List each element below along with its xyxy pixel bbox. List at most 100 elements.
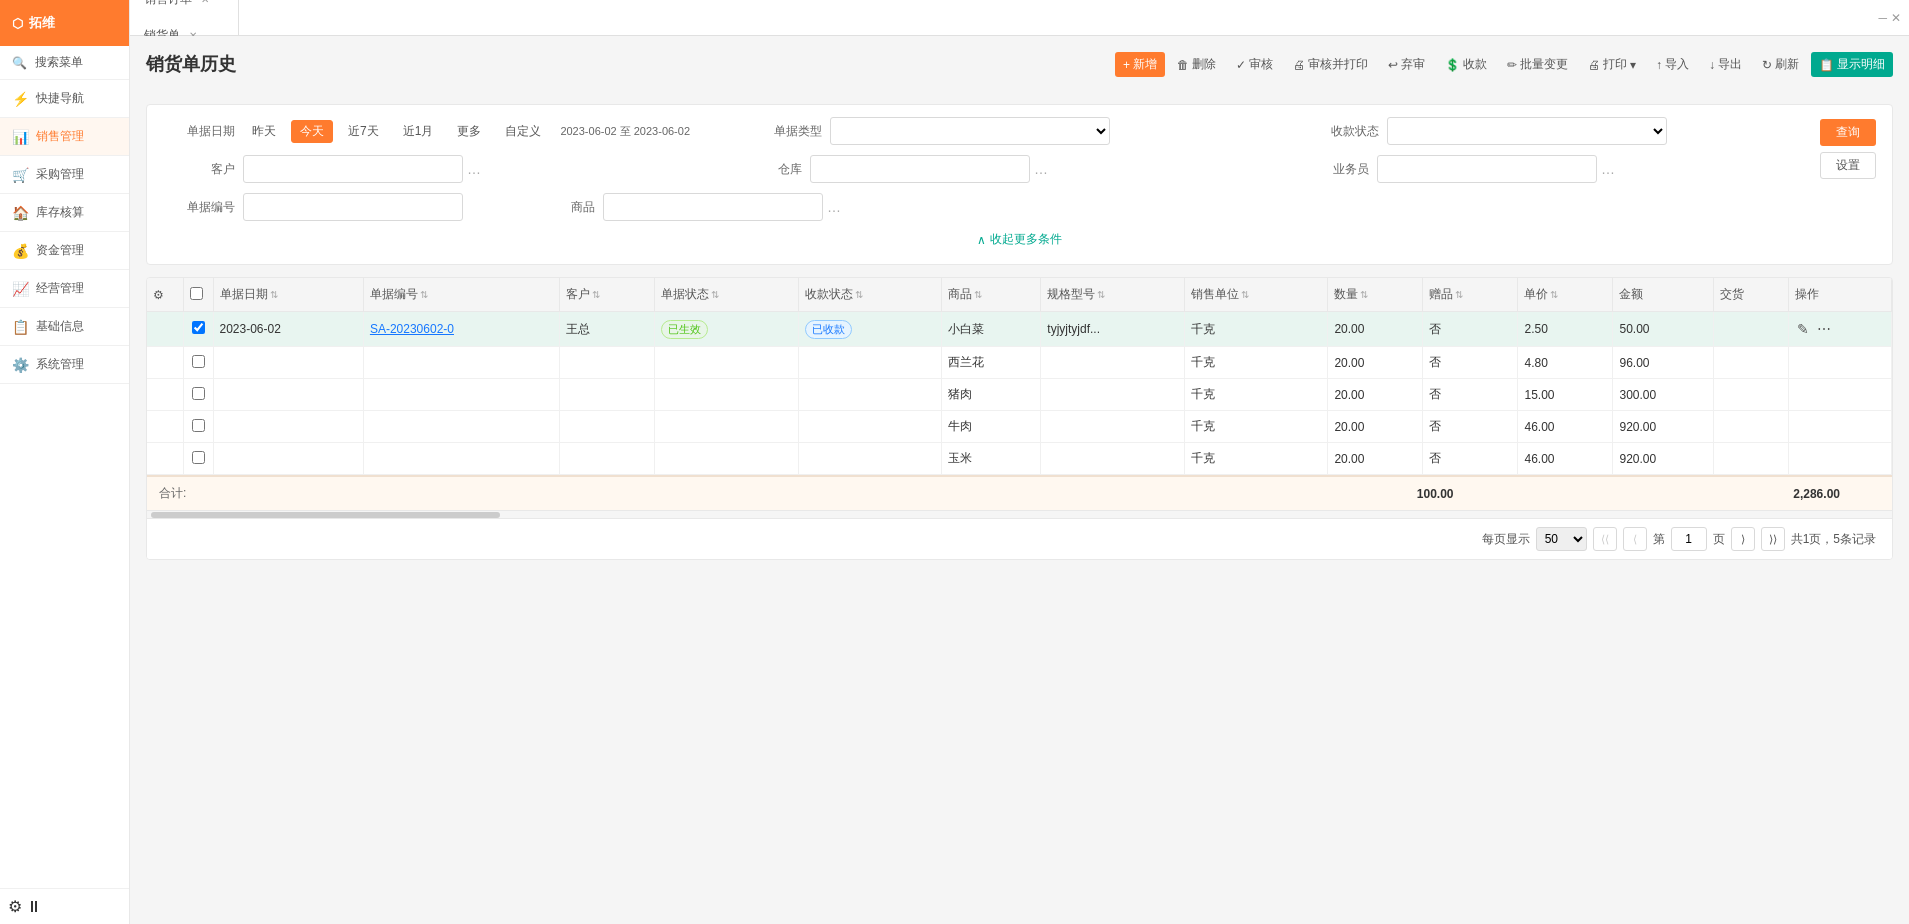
last-page-btn[interactable]: ⟩⟩	[1761, 527, 1785, 551]
warehouse-more-icon[interactable]: …	[1034, 161, 1048, 177]
app-name: 拓维	[29, 14, 55, 32]
next-page-btn[interactable]: ⟩	[1731, 527, 1755, 551]
audit-print-button[interactable]: 🖨 审核并打印	[1285, 52, 1376, 77]
goods-input[interactable]	[603, 193, 823, 221]
date-range-bar: 昨天 今天 近7天 近1月 更多 自定义 2023-06-02 至 2023-0…	[243, 120, 690, 143]
th-transaction: 交货	[1713, 278, 1788, 312]
close-all-icon[interactable]: ✕	[1891, 11, 1901, 25]
date-btn-7days[interactable]: 近7天	[339, 120, 388, 143]
page-input[interactable]	[1671, 527, 1707, 551]
select-all-checkbox[interactable]	[190, 287, 203, 300]
sidebar-item-finance[interactable]: 💰资金管理	[0, 232, 129, 270]
sidebar-item-inventory[interactable]: 🏠库存核算	[0, 194, 129, 232]
row-checkbox[interactable]	[192, 321, 205, 334]
cell-payment-status	[798, 379, 942, 411]
status-select[interactable]	[1387, 117, 1667, 145]
th-order-no[interactable]: 单据编号⇅	[363, 278, 559, 312]
table-body: 2023-06-02 SA-20230602-0 王总 已生效 已收款 小白菜 …	[147, 312, 1892, 475]
row-checkbox[interactable]	[192, 419, 205, 432]
import-button[interactable]: ↑ 导入	[1648, 52, 1697, 77]
th-date[interactable]: 单据日期⇅	[213, 278, 363, 312]
row-checkbox[interactable]	[192, 387, 205, 400]
sidebar-item-basic-info[interactable]: 📋基础信息	[0, 308, 129, 346]
row-checkbox[interactable]	[192, 355, 205, 368]
date-btn-more[interactable]: 更多	[448, 120, 490, 143]
th-action: 操作	[1788, 278, 1891, 312]
date-btn-1month[interactable]: 近1月	[394, 120, 443, 143]
order-no-label: 单据编号	[163, 199, 243, 216]
audit-button[interactable]: ✓ 审核	[1228, 52, 1281, 77]
search-menu[interactable]: 🔍 搜索菜单	[0, 46, 129, 80]
settings-icon[interactable]: ⚙	[8, 897, 22, 916]
salesperson-more-icon[interactable]: …	[1601, 161, 1615, 177]
order-no-input[interactable]	[243, 193, 463, 221]
cell-customer	[560, 347, 655, 379]
date-btn-custom[interactable]: 自定义	[496, 120, 550, 143]
cell-order-status	[655, 347, 799, 379]
batch-change-button[interactable]: ✏ 批量变更	[1499, 52, 1576, 77]
sidebar-label-inventory: 库存核算	[36, 204, 84, 221]
cell-order-no	[363, 347, 559, 379]
show-detail-button[interactable]: 📋 显示明细	[1811, 52, 1893, 77]
th-spec[interactable]: 规格型号⇅	[1041, 278, 1185, 312]
export-button[interactable]: ↓ 导出	[1701, 52, 1750, 77]
th-gear[interactable]: ⚙	[147, 278, 183, 312]
sidebar-item-operations[interactable]: 📈经营管理	[0, 270, 129, 308]
th-customer[interactable]: 客户⇅	[560, 278, 655, 312]
more-action-icon[interactable]: ⋯	[1815, 319, 1833, 339]
th-price[interactable]: 单价⇅	[1518, 278, 1613, 312]
tab-close-sales-order[interactable]: ✕	[198, 0, 212, 6]
print-button[interactable]: 🖨 打印 ▾	[1580, 52, 1644, 77]
receive-button[interactable]: 💲 收款	[1437, 52, 1495, 77]
customer-more-icon[interactable]: …	[467, 161, 481, 177]
prev-page-btn[interactable]: ⟨	[1623, 527, 1647, 551]
abandon-button[interactable]: ↩ 弃审	[1380, 52, 1433, 77]
date-btn-yesterday[interactable]: 昨天	[243, 120, 285, 143]
cell-gear	[147, 379, 183, 411]
footer-values: 100.00 2,286.00	[239, 487, 1880, 501]
salesperson-input[interactable]	[1377, 155, 1597, 183]
th-gift[interactable]: 赠品⇅	[1423, 278, 1518, 312]
sidebar-item-sales-mgmt[interactable]: 📊销售管理	[0, 118, 129, 156]
collapse-icon[interactable]: ⏸	[26, 898, 42, 916]
sidebar-item-system-mgmt[interactable]: ⚙️系统管理	[0, 346, 129, 384]
refresh-button[interactable]: ↻ 刷新	[1754, 52, 1807, 77]
total-qty: 100.00	[1378, 487, 1492, 501]
goods-more-icon[interactable]: …	[827, 199, 841, 215]
first-page-btn[interactable]: ⟨⟨	[1593, 527, 1617, 551]
cell-spec	[1041, 411, 1185, 443]
th-order-status[interactable]: 单据状态⇅	[655, 278, 799, 312]
cell-qty: 20.00	[1328, 443, 1423, 475]
th-qty[interactable]: 数量⇅	[1328, 278, 1423, 312]
type-select[interactable]	[830, 117, 1110, 145]
sidebar-item-quick-nav[interactable]: ⚡快捷导航	[0, 80, 129, 118]
sidebar-item-purchase-mgmt[interactable]: 🛒采购管理	[0, 156, 129, 194]
query-button[interactable]: 查询	[1820, 119, 1876, 146]
th-goods[interactable]: 商品⇅	[942, 278, 1041, 312]
new-button[interactable]: + 新增	[1115, 52, 1165, 77]
th-unit[interactable]: 销售单位⇅	[1184, 278, 1328, 312]
search-menu-label: 搜索菜单	[35, 54, 83, 71]
delete-button[interactable]: 🗑 删除	[1169, 52, 1224, 77]
cell-customer	[560, 443, 655, 475]
settings-button[interactable]: 设置	[1820, 152, 1876, 179]
sidebar-bottom: ⚙ ⏸	[0, 888, 129, 924]
goods-label: 商品	[523, 199, 603, 216]
order-no-link[interactable]: SA-20230602-0	[370, 322, 454, 336]
tab-sales-order[interactable]: 销售订单✕	[130, 0, 239, 18]
edit-icon[interactable]: ✎	[1795, 319, 1811, 339]
per-page-select[interactable]: 50 20 100 200	[1536, 527, 1587, 551]
collapse-button[interactable]: ∧ 收起更多条件	[969, 227, 1070, 252]
delete-icon: 🗑	[1177, 58, 1189, 72]
th-payment-status[interactable]: 收款状态⇅	[798, 278, 942, 312]
row-checkbox[interactable]	[192, 451, 205, 464]
cell-transaction	[1713, 379, 1788, 411]
date-btn-today[interactable]: 今天	[291, 120, 333, 143]
sidebar-label-basic-info: 基础信息	[36, 318, 84, 335]
cell-gear	[147, 411, 183, 443]
logo-icon: ⬡	[12, 16, 23, 31]
minimize-icon[interactable]: ─	[1878, 11, 1887, 25]
cell-checkbox	[183, 411, 213, 443]
customer-input[interactable]	[243, 155, 463, 183]
warehouse-input[interactable]	[810, 155, 1030, 183]
